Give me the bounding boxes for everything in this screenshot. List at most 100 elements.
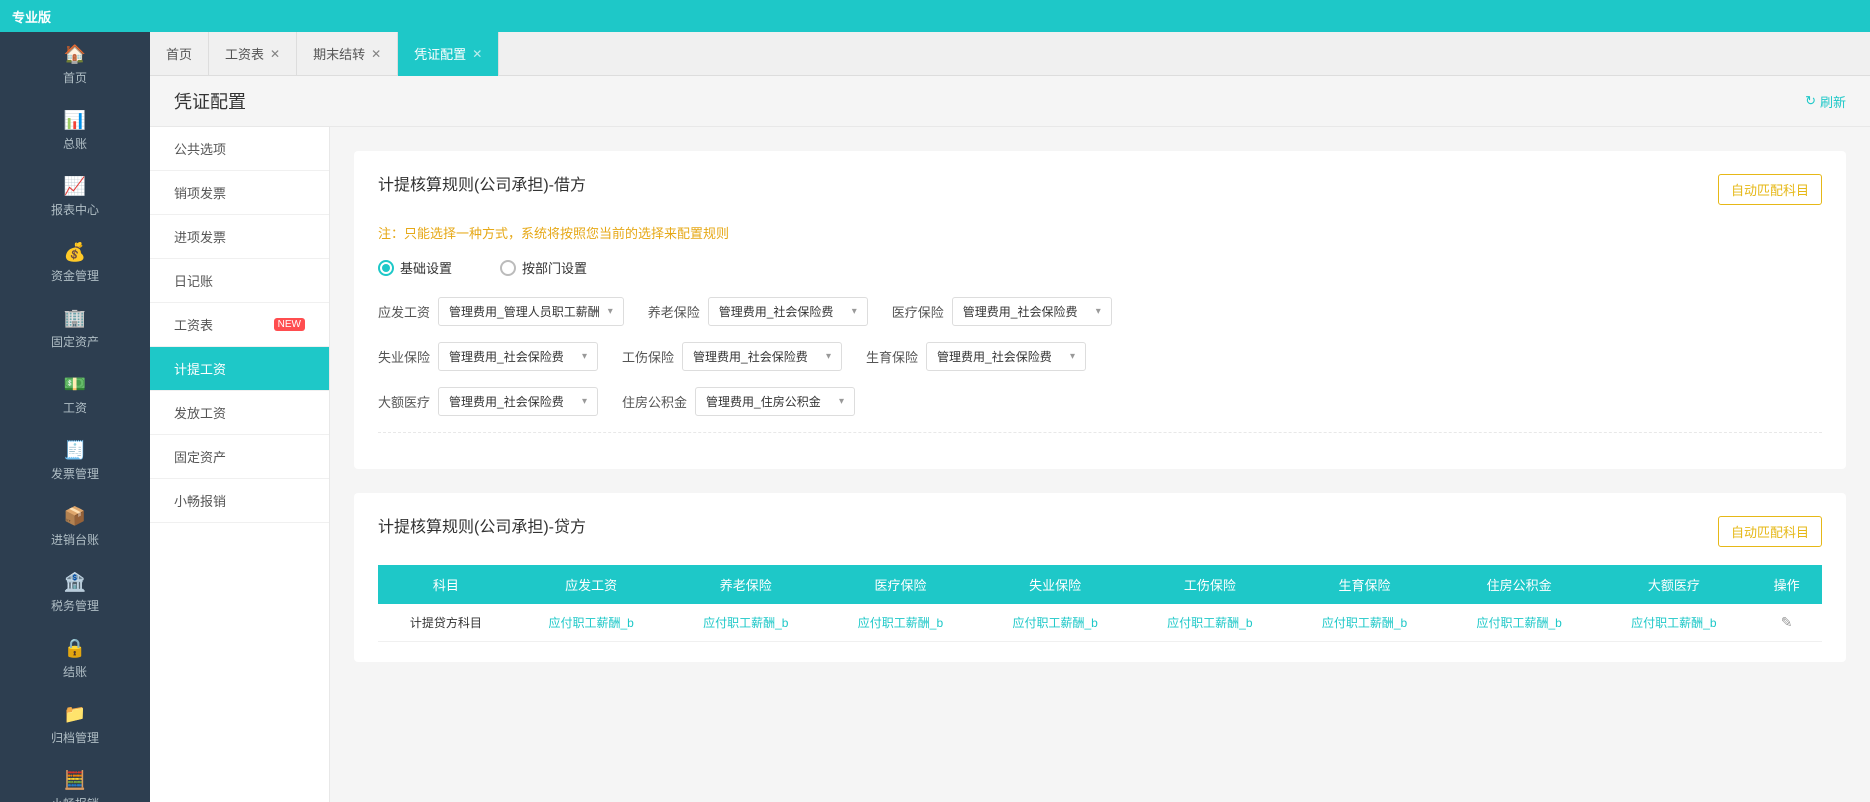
- sidebar-item-fixed_assets[interactable]: 🏢固定资产: [0, 296, 150, 362]
- debit-notice: 注：只能选择一种方式，系统将按照您当前的选择来配置规则: [378, 223, 1822, 242]
- main-content: 计提核算规则(公司承担)-借方 自动匹配科目 注：只能选择一种方式，系统将按照您…: [330, 127, 1870, 802]
- left-nav-item-expense_report[interactable]: 小畅报销: [150, 479, 329, 523]
- top-bar: 专业版: [0, 0, 1870, 32]
- tab-period_close[interactable]: 期末结转 ✕: [297, 32, 398, 76]
- refresh-button[interactable]: ↻ 刷新: [1805, 92, 1846, 111]
- sidebar-item-invoice_management[interactable]: 🧾发票管理: [0, 428, 150, 494]
- tab-close-voucher_config[interactable]: ✕: [472, 47, 482, 61]
- left-nav-item-sales_invoice[interactable]: 销项发票: [150, 171, 329, 215]
- tab-payroll[interactable]: 工资表 ✕: [209, 32, 297, 76]
- split-layout: 公共选项销项发票进项发票日记账工资表NEW计提工资发放工资固定资产小畅报销 计提…: [150, 127, 1870, 802]
- sidebar-label-close_period: 结账: [63, 663, 87, 680]
- select-maternity[interactable]: 管理费用_社会保险费 ▾: [926, 342, 1086, 371]
- table-header-row: 科目 应发工资 养老保险 医疗保险 失业保险 工伤保险 生育保险 住房公积金 大…: [378, 565, 1822, 604]
- sidebar-label-general_ledger: 总账: [63, 135, 87, 152]
- sidebar-label-report_center: 报表中心: [51, 201, 99, 218]
- invoice_management-icon: 🧾: [64, 440, 86, 461]
- left-nav-item-accrual_payroll[interactable]: 计提工资: [150, 347, 329, 391]
- chevron-down-icon: ▾: [839, 396, 844, 407]
- tab-home[interactable]: 首页: [150, 32, 209, 76]
- radio-department-circle: [500, 260, 516, 276]
- sidebar-item-purchase_sales[interactable]: 📦 进销台账: [0, 494, 150, 560]
- label-pension: 养老保险: [648, 302, 700, 321]
- radio-department-label: 按部门设置: [522, 258, 587, 277]
- cell-action[interactable]: ✎: [1751, 604, 1822, 642]
- sidebar-item-expense[interactable]: 🧮小畅报销: [0, 758, 150, 802]
- tab-close-period_close[interactable]: ✕: [371, 47, 381, 61]
- field-pension: 养老保险 管理费用_社会保险费 ▾: [648, 297, 868, 326]
- sidebar-item-general_ledger[interactable]: 📊总账: [0, 98, 150, 164]
- left-nav-label-sales_invoice: 销项发票: [174, 183, 226, 202]
- sidebar-label-archive: 归档管理: [51, 729, 99, 746]
- sidebar-item-home[interactable]: 🏠首页: [0, 32, 150, 98]
- left-nav-label-payroll_table: 工资表: [174, 315, 213, 334]
- sidebar: 🏠首页📊总账📈报表中心💰资金管理🏢固定资产 💵 工资 🧾发票管理 📦 进销台账 🏦税务管理🔒…: [0, 32, 150, 802]
- col-major-medical: 大额医疗: [1597, 565, 1752, 604]
- tab-close-payroll[interactable]: ✕: [270, 47, 280, 61]
- cell-maternity-val: 应付职工薪酬_b: [1287, 604, 1442, 642]
- sidebar-label-purchase_sales: 进销台账: [51, 531, 99, 548]
- sidebar-label-payroll: 工资: [63, 399, 87, 416]
- debit-section-header: 计提核算规则(公司承担)-借方 自动匹配科目: [378, 171, 1822, 207]
- left-nav-item-fixed_assets[interactable]: 固定资产: [150, 435, 329, 479]
- cell-medical-val: 应付职工薪酬_b: [823, 604, 978, 642]
- debit-form-row-3: 大额医疗 管理费用_社会保险费 ▾ 住房公积金 管理费用_住房公积金 ▾: [378, 387, 1822, 416]
- debit-form-row-1: 应发工资 管理费用_管理人员职工薪酬 ▾ 养老保险 管理费用_社会保险费 ▾: [378, 297, 1822, 326]
- tab-bar: 首页 工资表 ✕ 期末结转 ✕ 凭证配置 ✕: [150, 32, 1870, 76]
- page-header: 凭证配置 ↻ 刷新: [150, 76, 1870, 127]
- debit-section-title: 计提核算规则(公司承担)-借方: [378, 171, 586, 195]
- select-unemployment[interactable]: 管理费用_社会保险费 ▾: [438, 342, 598, 371]
- debit-auto-match-button[interactable]: 自动匹配科目: [1718, 174, 1822, 205]
- credit-auto-match-button[interactable]: 自动匹配科目: [1718, 516, 1822, 547]
- sidebar-label-expense: 小畅报销: [51, 795, 99, 802]
- col-salary: 应发工资: [514, 565, 669, 604]
- payroll-icon: 💵: [64, 374, 86, 395]
- col-work-injury: 工伤保险: [1132, 565, 1287, 604]
- fund_management-icon: 💰: [64, 242, 86, 263]
- tab-label-period_close: 期末结转: [313, 44, 365, 63]
- left-nav-item-payroll_table[interactable]: 工资表NEW: [150, 303, 329, 347]
- sidebar-item-tax_management[interactable]: 🏦税务管理: [0, 560, 150, 626]
- tab-label-home: 首页: [166, 44, 192, 63]
- radio-basic-label: 基础设置: [400, 258, 452, 277]
- field-work-injury: 工伤保险 管理费用_社会保险费 ▾: [622, 342, 842, 371]
- select-work-injury[interactable]: 管理费用_社会保险费 ▾: [682, 342, 842, 371]
- label-maternity: 生育保险: [866, 347, 918, 366]
- left-nav-item-purchase_invoice[interactable]: 进项发票: [150, 215, 329, 259]
- tab-label-voucher_config: 凭证配置: [414, 44, 466, 63]
- tab-label-payroll: 工资表: [225, 44, 264, 63]
- label-major-medical: 大额医疗: [378, 392, 430, 411]
- left-nav-label-issue_payroll: 发放工资: [174, 403, 226, 422]
- left-nav-item-journal[interactable]: 日记账: [150, 259, 329, 303]
- radio-basic[interactable]: 基础设置: [378, 258, 452, 277]
- sidebar-item-payroll[interactable]: 💵 工资: [0, 362, 150, 428]
- label-housing-fund: 住房公积金: [622, 392, 687, 411]
- select-housing-fund[interactable]: 管理费用_住房公积金 ▾: [695, 387, 855, 416]
- field-salary: 应发工资 管理费用_管理人员职工薪酬 ▾: [378, 297, 624, 326]
- select-pension[interactable]: 管理费用_社会保险费 ▾: [708, 297, 868, 326]
- field-unemployment: 失业保险 管理费用_社会保险费 ▾: [378, 342, 598, 371]
- credit-section-header: 计提核算规则(公司承担)-贷方 自动匹配科目: [378, 513, 1822, 549]
- left-nav-item-issue_payroll[interactable]: 发放工资: [150, 391, 329, 435]
- debit-divider: [378, 432, 1822, 433]
- radio-department[interactable]: 按部门设置: [500, 258, 587, 277]
- col-subject: 科目: [378, 565, 514, 604]
- left-nav-item-public_options[interactable]: 公共选项: [150, 127, 329, 171]
- chevron-down-icon: ▾: [582, 396, 587, 407]
- select-salary[interactable]: 管理费用_管理人员职工薪酬 ▾: [438, 297, 624, 326]
- purchase_sales-icon: 📦: [64, 506, 86, 527]
- credit-section: 计提核算规则(公司承担)-贷方 自动匹配科目 科目 应发工资 养老保险 医疗保险…: [354, 493, 1846, 662]
- sidebar-item-report_center[interactable]: 📈报表中心: [0, 164, 150, 230]
- sidebar-item-close_period[interactable]: 🔒结账: [0, 626, 150, 692]
- tab-voucher_config[interactable]: 凭证配置 ✕: [398, 32, 499, 76]
- select-major-medical[interactable]: 管理费用_社会保险费 ▾: [438, 387, 598, 416]
- col-maternity: 生育保险: [1287, 565, 1442, 604]
- credit-table: 科目 应发工资 养老保险 医疗保险 失业保险 工伤保险 生育保险 住房公积金 大…: [378, 565, 1822, 642]
- cell-salary-val: 应付职工薪酬_b: [514, 604, 669, 642]
- credit-section-title: 计提核算规则(公司承担)-贷方: [378, 513, 586, 537]
- edit-icon[interactable]: ✎: [1781, 614, 1793, 630]
- sidebar-item-archive[interactable]: 📁归档管理: [0, 692, 150, 758]
- select-medical[interactable]: 管理费用_社会保险费 ▾: [952, 297, 1112, 326]
- sidebar-item-fund_management[interactable]: 💰资金管理: [0, 230, 150, 296]
- cell-housing-fund-val: 应付职工薪酬_b: [1442, 604, 1597, 642]
